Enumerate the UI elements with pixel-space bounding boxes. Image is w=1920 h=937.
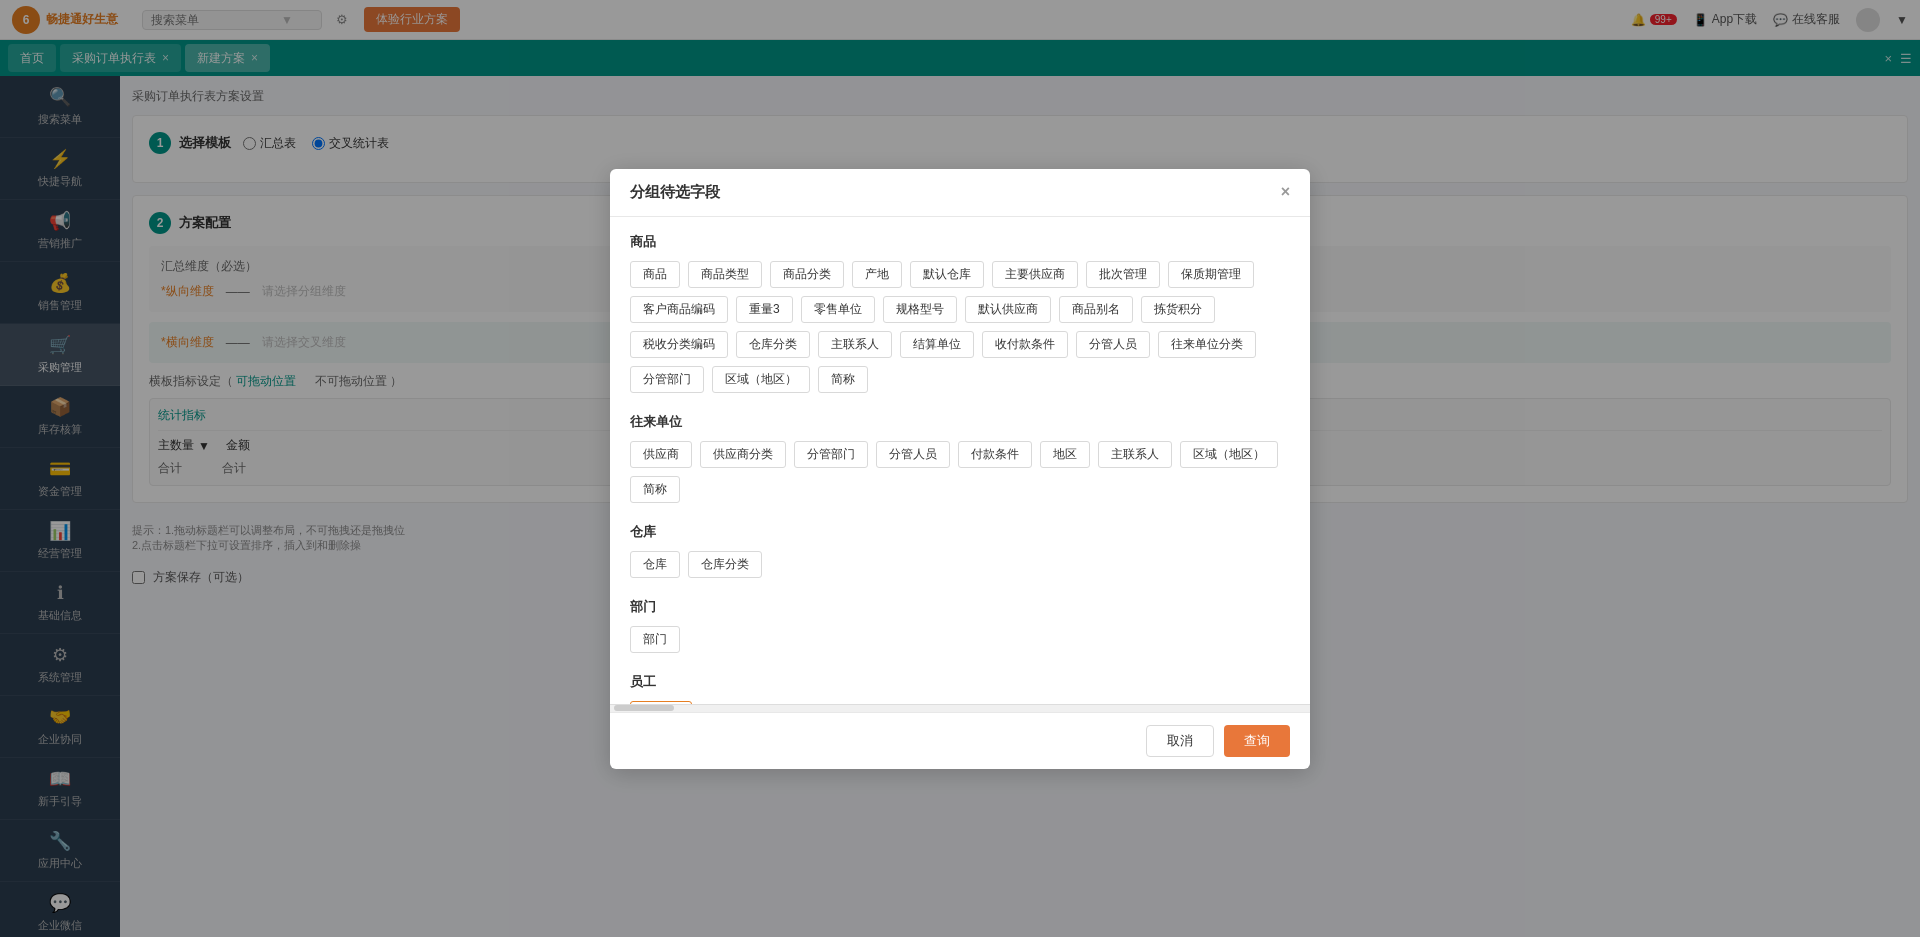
field-batch-mgmt[interactable]: 批次管理	[1086, 261, 1160, 288]
field-settlement-unit[interactable]: 结算单位	[900, 331, 974, 358]
field-warehouse[interactable]: 仓库	[630, 551, 680, 578]
field-short-name-goods[interactable]: 简称	[818, 366, 868, 393]
modal-body: 商品 商品 商品类型 商品分类 产地 默认仓库 主要供应商 批次管理 保质期管理…	[610, 217, 1310, 704]
section-dept-title: 部门	[630, 598, 1290, 616]
section-goods-grid: 商品 商品类型 商品分类 产地 默认仓库 主要供应商 批次管理 保质期管理 客户…	[630, 261, 1290, 393]
modal-close-button[interactable]: ×	[1281, 184, 1290, 200]
modal-hscroll-thumb[interactable]	[614, 705, 674, 711]
modal-overlay: 分组待选字段 × 商品 商品 商品类型 商品分类 产地 默认仓库 主要供应商 批…	[0, 0, 1920, 937]
modal-hscroll-bar[interactable]	[610, 704, 1310, 712]
field-supervisor[interactable]: 分管人员	[1076, 331, 1150, 358]
modal-confirm-button[interactable]: 查询	[1224, 725, 1290, 757]
field-goods[interactable]: 商品	[630, 261, 680, 288]
section-warehouse: 仓库 仓库 仓库分类	[630, 523, 1290, 578]
field-weight3[interactable]: 重量3	[736, 296, 793, 323]
section-dept: 部门 部门	[630, 598, 1290, 653]
field-warehouse-category[interactable]: 仓库分类	[736, 331, 810, 358]
modal-header: 分组待选字段 ×	[610, 169, 1310, 217]
modal-cancel-button[interactable]: 取消	[1146, 725, 1214, 757]
field-default-warehouse[interactable]: 默认仓库	[910, 261, 984, 288]
field-goods-alias[interactable]: 商品别名	[1059, 296, 1133, 323]
section-warehouse-grid: 仓库 仓库分类	[630, 551, 1290, 578]
modal-title: 分组待选字段	[630, 183, 720, 202]
section-partner-grid: 供应商 供应商分类 分管部门 分管人员 付款条件 地区 主联系人 区域（地区） …	[630, 441, 1290, 503]
section-warehouse-title: 仓库	[630, 523, 1290, 541]
field-quality-mgmt[interactable]: 保质期管理	[1168, 261, 1254, 288]
section-goods-title: 商品	[630, 233, 1290, 251]
field-payment-condition[interactable]: 付款条件	[958, 441, 1032, 468]
field-pick-points[interactable]: 拣货积分	[1141, 296, 1215, 323]
section-partner: 往来单位 供应商 供应商分类 分管部门 分管人员 付款条件 地区 主联系人 区域…	[630, 413, 1290, 503]
field-partner-supervisor[interactable]: 分管人员	[876, 441, 950, 468]
field-main-supplier[interactable]: 主要供应商	[992, 261, 1078, 288]
section-employee: 员工 业务员	[630, 673, 1290, 704]
field-partner-contact[interactable]: 主联系人	[1098, 441, 1172, 468]
field-partner-category[interactable]: 往来单位分类	[1158, 331, 1256, 358]
field-region-goods[interactable]: 区域（地区）	[712, 366, 810, 393]
field-retail-unit[interactable]: 零售单位	[801, 296, 875, 323]
field-region-partner[interactable]: 区域（地区）	[1180, 441, 1278, 468]
field-tax-code[interactable]: 税收分类编码	[630, 331, 728, 358]
field-short-name-partner[interactable]: 简称	[630, 476, 680, 503]
field-origin[interactable]: 产地	[852, 261, 902, 288]
field-warehouse-type[interactable]: 仓库分类	[688, 551, 762, 578]
field-goods-category[interactable]: 商品分类	[770, 261, 844, 288]
section-goods: 商品 商品 商品类型 商品分类 产地 默认仓库 主要供应商 批次管理 保质期管理…	[630, 233, 1290, 393]
field-supplier[interactable]: 供应商	[630, 441, 692, 468]
field-dept[interactable]: 分管部门	[630, 366, 704, 393]
field-customer-code[interactable]: 客户商品编码	[630, 296, 728, 323]
field-department[interactable]: 部门	[630, 626, 680, 653]
section-employee-title: 员工	[630, 673, 1290, 691]
field-payment-terms[interactable]: 收付款条件	[982, 331, 1068, 358]
field-goods-type[interactable]: 商品类型	[688, 261, 762, 288]
field-supplier-category[interactable]: 供应商分类	[700, 441, 786, 468]
field-partner-dept[interactable]: 分管部门	[794, 441, 868, 468]
field-default-supplier[interactable]: 默认供应商	[965, 296, 1051, 323]
modal-footer: 取消 查询	[610, 712, 1310, 769]
field-spec-model[interactable]: 规格型号	[883, 296, 957, 323]
field-area[interactable]: 地区	[1040, 441, 1090, 468]
field-main-contact[interactable]: 主联系人	[818, 331, 892, 358]
field-select-modal: 分组待选字段 × 商品 商品 商品类型 商品分类 产地 默认仓库 主要供应商 批…	[610, 169, 1310, 769]
section-dept-grid: 部门	[630, 626, 1290, 653]
section-partner-title: 往来单位	[630, 413, 1290, 431]
